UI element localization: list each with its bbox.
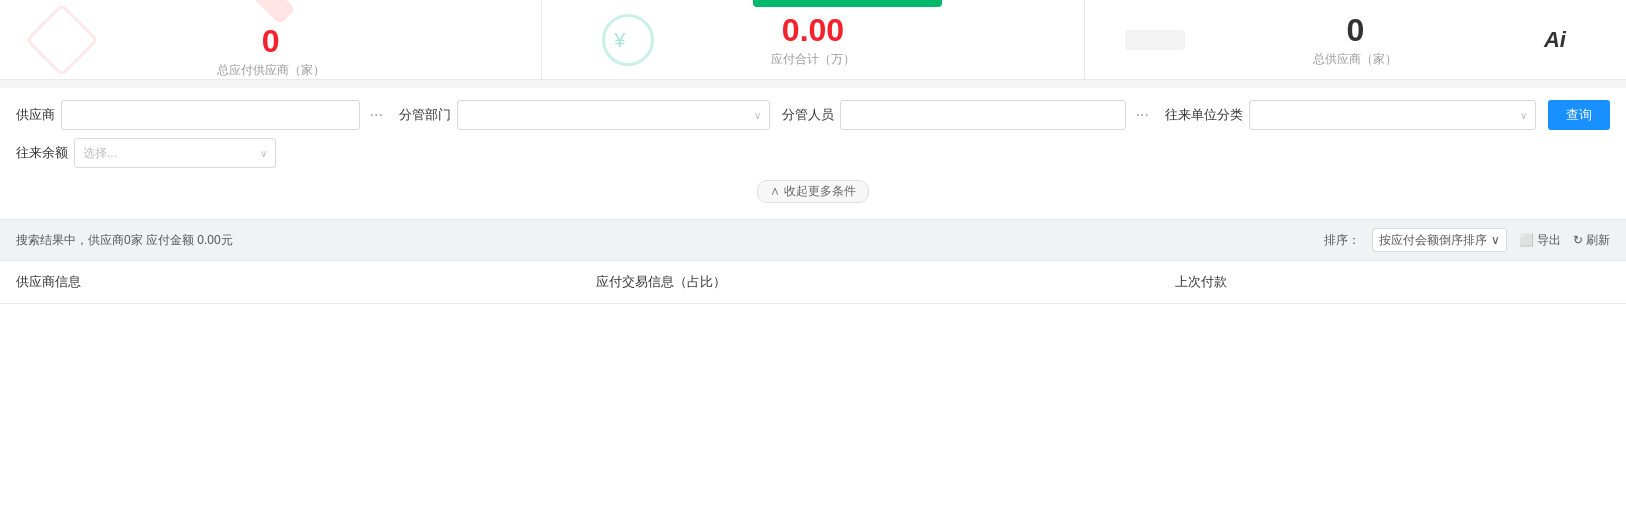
stats-bar: 0 总应付供应商（家） ¥ 快速录单的快捷键说明在这里 × 0.00 应付合计（… xyxy=(0,0,1626,80)
table-body xyxy=(0,304,1626,515)
collapse-bar: ∧ 收起更多条件 xyxy=(16,176,1610,211)
results-bar: 搜索结果中，供应商0家 应付金额 0.00元 排序： 按应付会额倒序排序 ∨ ⬜… xyxy=(0,220,1626,261)
export-label: 导出 xyxy=(1537,232,1561,249)
payable-total-label: 应付合计（万） xyxy=(771,51,855,68)
stat-total-suppliers: Ai 0 总供应商（家） xyxy=(1085,0,1626,79)
supplier-bg-icon xyxy=(25,3,99,77)
stat-total-payable-suppliers: 0 总应付供应商（家） xyxy=(0,0,542,79)
col-transaction-header: 应付交易信息（占比） xyxy=(596,273,1176,291)
unit-class-label: 往来单位分类 xyxy=(1165,106,1243,124)
balance-dropdown[interactable]: 选择... ∨ xyxy=(74,138,276,168)
dept-arrow: ∨ xyxy=(754,110,761,121)
tooltip-close[interactable]: × xyxy=(925,0,932,2)
dept-label: 分管部门 xyxy=(399,106,451,124)
ai-badge: Ai xyxy=(1544,27,1566,53)
dept-dropdown[interactable]: ∨ xyxy=(457,100,770,130)
stat-payable-total: ¥ 快速录单的快捷键说明在这里 × 0.00 应付合计（万） xyxy=(542,0,1084,79)
suppliers-bg xyxy=(1125,30,1185,50)
payable-total-value: 0.00 xyxy=(782,11,844,49)
col-supplier-header: 供应商信息 xyxy=(16,273,596,291)
person-input[interactable] xyxy=(840,100,1126,130)
refresh-button[interactable]: ↻ 刷新 xyxy=(1573,232,1610,249)
payable-suppliers-value: 0 xyxy=(262,22,280,60)
tooltip-text: 快速录单的快捷键说明在这里 xyxy=(763,0,919,3)
query-button[interactable]: 查询 xyxy=(1548,100,1610,130)
tooltip-container: 快速录单的快捷键说明在这里 × xyxy=(753,0,960,7)
balance-label: 往来余额 xyxy=(16,144,68,162)
sort-value: 按应付会额倒序排序 xyxy=(1379,232,1487,249)
table-header: 供应商信息 应付交易信息（占比） 上次付款 xyxy=(0,261,1626,304)
payable-suppliers-label: 总应付供应商（家） xyxy=(217,62,325,79)
collapse-button[interactable]: ∧ 收起更多条件 xyxy=(757,180,868,203)
person-label: 分管人员 xyxy=(782,106,834,124)
unit-class-filter: 往来单位分类 ∨ xyxy=(1165,100,1536,130)
person-dots[interactable]: ··· xyxy=(1132,106,1153,124)
supplier-filter: 供应商 ··· xyxy=(16,100,387,130)
dept-filter: 分管部门 ∨ xyxy=(399,100,770,130)
refresh-icon: ↻ xyxy=(1573,233,1583,247)
data-table: 供应商信息 应付交易信息（占比） 上次付款 xyxy=(0,261,1626,515)
total-suppliers-label: 总供应商（家） xyxy=(1313,51,1397,68)
results-info: 搜索结果中，供应商0家 应付金额 0.00元 xyxy=(16,232,233,249)
balance-placeholder: 选择... xyxy=(83,145,117,162)
total-suppliers-value: 0 xyxy=(1346,11,1364,49)
unit-class-arrow: ∨ xyxy=(1520,110,1527,121)
balance-arrow: ∨ xyxy=(260,148,267,159)
results-actions: 排序： 按应付会额倒序排序 ∨ ⬜ 导出 ↻ 刷新 xyxy=(1324,228,1610,252)
filter-row-2: 往来余额 选择... ∨ xyxy=(16,138,1610,168)
supplier-dots[interactable]: ··· xyxy=(366,106,387,124)
refresh-label: 刷新 xyxy=(1586,232,1610,249)
filter-bar: 供应商 ··· 分管部门 ∨ 分管人员 ··· 往来单位分类 ∨ xyxy=(0,88,1626,220)
circle-icon xyxy=(602,14,654,66)
sort-select[interactable]: 按应付会额倒序排序 ∨ xyxy=(1372,228,1507,252)
col-lastpay-header: 上次付款 xyxy=(1175,273,1610,291)
sort-label: 排序： xyxy=(1324,232,1360,249)
export-button[interactable]: ⬜ 导出 xyxy=(1519,232,1561,249)
person-filter: 分管人员 ··· xyxy=(782,100,1153,130)
balance-filter: 往来余额 选择... ∨ xyxy=(16,138,276,168)
supplier-label: 供应商 xyxy=(16,106,55,124)
sort-arrow: ∨ xyxy=(1491,233,1500,247)
filter-row-1: 供应商 ··· 分管部门 ∨ 分管人员 ··· 往来单位分类 ∨ xyxy=(16,100,1610,130)
unit-class-dropdown[interactable]: ∨ xyxy=(1249,100,1536,130)
export-icon: ⬜ xyxy=(1519,233,1534,247)
coin-icon: ¥ xyxy=(614,28,625,51)
supplier-input[interactable] xyxy=(61,100,360,130)
tooltip-bubble: 快速录单的快捷键说明在这里 × xyxy=(753,0,942,7)
